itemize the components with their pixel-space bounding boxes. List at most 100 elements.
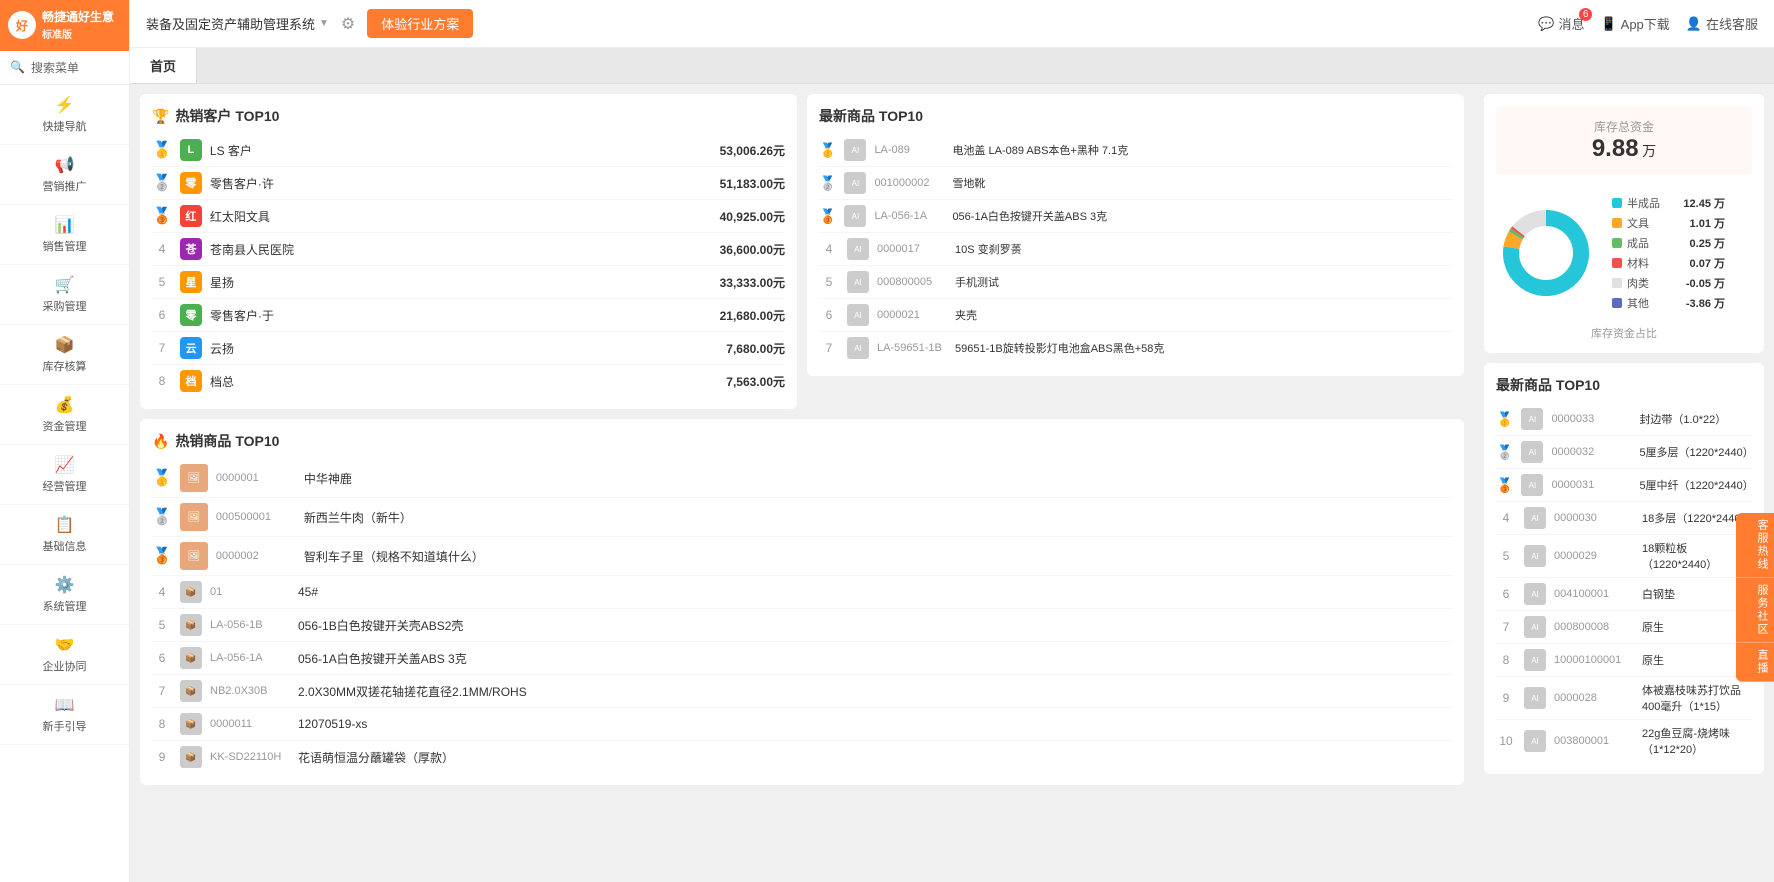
legend-dot — [1612, 198, 1622, 208]
sidebar-item-marketing[interactable]: 📢 营销推广 — [0, 145, 129, 205]
rank-icon: 🥉 — [152, 546, 172, 566]
inventory-total: 库存总资金 9.88 万 — [1496, 106, 1752, 175]
sidebar-item-sales[interactable]: 📊 销售管理 — [0, 205, 129, 265]
rank-icon: 🥇 — [152, 468, 172, 488]
product-code: 0000021 — [877, 309, 947, 321]
product-code: 0000033 — [1551, 413, 1631, 425]
rank-num: 7 — [819, 341, 839, 355]
product-code: LA-056-1A — [874, 210, 944, 222]
customer-value: 53,006.26元 — [720, 142, 785, 159]
header-right: 💬 消息 6 📱 App下载 👤 在线客服 — [1538, 14, 1758, 33]
sidebar-item-system[interactable]: ⚙️ 系统管理 — [0, 565, 129, 625]
legend-item: 文具 1.01 万 — [1612, 215, 1725, 231]
new-product-right-item: 9 AI 0000028 体被嘉枝味苏打饮品400毫升（1*15） — [1496, 677, 1752, 720]
rank-icon: 🥈 — [152, 173, 172, 193]
product-name: 封边带（1.0*22） — [1639, 411, 1752, 427]
tab-home[interactable]: 首页 — [130, 48, 197, 83]
legend-value: 12.45 万 — [1665, 195, 1725, 211]
product-code: 001000002 — [874, 177, 944, 189]
rank-num: 6 — [819, 308, 839, 322]
content-area: 🏆 热销客户 TOP10 🥇 L LS 客户 53,006.26元 🥈 零 零售… — [130, 84, 1774, 882]
rank-icon: 🥇 — [1496, 411, 1513, 428]
new-products-left-title: 最新商品 TOP10 — [819, 106, 1452, 126]
new-product-right-item: 10 AI 003800001 22g鱼豆腐-烧烤味（1*12*20） — [1496, 720, 1752, 762]
sidebar-logo: 好 畅捷通好生意 标准版 — [0, 0, 129, 51]
product-name: 056-1A白色按键开关盖ABS 3克 — [298, 650, 1452, 667]
product-name: 5厘多层（1220*2440） — [1639, 444, 1752, 460]
collab-label: 企业协同 — [43, 658, 87, 674]
rank-num: 6 — [152, 308, 172, 322]
top-section: 🏆 热销客户 TOP10 🥇 L LS 客户 53,006.26元 🥈 零 零售… — [140, 94, 1464, 419]
product-icon: AI — [847, 238, 869, 260]
rank-icon: 🥉 — [819, 208, 836, 225]
online-service-button[interactable]: 👤 在线客服 — [1686, 14, 1758, 33]
new-product-right-item: 6 AI 004100001 白钢垫 — [1496, 578, 1752, 611]
message-button[interactable]: 💬 消息 6 — [1538, 14, 1584, 33]
customer-list-item: 7 云 云扬 7,680.00元 — [152, 332, 785, 365]
legend-value: 0.25 万 — [1665, 235, 1725, 251]
sidebar-item-inventory[interactable]: 📦 库存核算 — [0, 325, 129, 385]
donut-chart — [1496, 203, 1596, 303]
sidebar-item-quicknav[interactable]: ⚡ 快捷导航 — [0, 85, 129, 145]
customer-value: 33,333.00元 — [720, 274, 785, 291]
customer-value: 40,925.00元 — [720, 208, 785, 225]
customer-value: 7,680.00元 — [726, 340, 785, 357]
legend-name: 肉类 — [1627, 275, 1660, 291]
product-code: 0000017 — [877, 243, 947, 255]
product-name: 59651-1B旋转投影灯电池盒ABS黑色+58克 — [955, 340, 1452, 356]
rank-num: 7 — [1496, 620, 1516, 634]
sidebar-item-operations[interactable]: 📈 经营管理 — [0, 445, 129, 505]
rank-icon: 🥉 — [152, 206, 172, 226]
customer-avatar: 零 — [180, 172, 202, 194]
sidebar-search[interactable]: 🔍 搜索菜单 — [0, 51, 129, 85]
float-action-button[interactable]: 服务社区 — [1736, 578, 1774, 643]
product-code: 0000011 — [210, 718, 290, 730]
sidebar-item-guide[interactable]: 📖 新手引导 — [0, 685, 129, 745]
sidebar-item-purchase[interactable]: 🛒 采购管理 — [0, 265, 129, 325]
product-name: 22g鱼豆腐-烧烤味（1*12*20） — [1642, 725, 1752, 757]
product-code: 0000001 — [216, 472, 296, 484]
sidebar-item-collab[interactable]: 🤝 企业协同 — [0, 625, 129, 685]
new-product-right-item: 🥈 AI 0000032 5厘多层（1220*2440） — [1496, 436, 1752, 469]
sales-icon: 📊 — [55, 215, 75, 235]
product-code: 0000002 — [216, 550, 296, 562]
sys-name: 装备及固定资产辅助管理系统 ▼ — [146, 14, 329, 33]
basics-icon: 📋 — [55, 515, 75, 535]
sys-name-dropdown-icon[interactable]: ▼ — [319, 18, 329, 29]
legend-name: 文具 — [1627, 215, 1660, 231]
float-action-button[interactable]: 客服热线 — [1736, 513, 1774, 578]
customer-avatar: 红 — [180, 205, 202, 227]
sidebar-item-basics[interactable]: 📋 基础信息 — [0, 505, 129, 565]
basics-label: 基础信息 — [43, 538, 87, 554]
product-name: 体被嘉枝味苏打饮品400毫升（1*15） — [1642, 682, 1752, 714]
rank-num: 10 — [1496, 734, 1516, 748]
rank-num: 8 — [152, 717, 172, 731]
float-action-button[interactable]: 直播 — [1736, 643, 1774, 682]
trial-button[interactable]: 体验行业方案 — [367, 9, 473, 38]
sidebar-nav: ⚡ 快捷导航 📢 营销推广 📊 销售管理 🛒 采购管理 📦 库存核算 💰 资金管… — [0, 85, 129, 882]
product-icon: 📦 — [180, 713, 202, 735]
rank-num: 7 — [152, 684, 172, 698]
product-code: 003800001 — [1554, 735, 1634, 747]
product-image: 🖼 — [180, 464, 208, 492]
quicknav-label: 快捷导航 — [43, 118, 87, 134]
customer-list-item: 8 档 档总 7,563.00元 — [152, 365, 785, 397]
trophy-icon: 🏆 — [152, 108, 169, 125]
product-icon: 📦 — [180, 581, 202, 603]
app-download-button[interactable]: 📱 App下载 — [1600, 14, 1669, 33]
rank-num: 6 — [1496, 587, 1516, 601]
hot-product-item: 9 📦 KK-SD22110H 花语萌恒温分蘸罐袋（厚款） — [152, 741, 1452, 773]
product-code: LA-59651-1B — [877, 342, 947, 354]
logo-icon: 好 — [8, 11, 36, 39]
sidebar-item-finance[interactable]: 💰 资金管理 — [0, 385, 129, 445]
new-product-left-item: 🥈 AI 001000002 雪地靴 — [819, 167, 1452, 200]
gear-icon[interactable]: ⚙ — [341, 14, 355, 34]
product-code: 0000028 — [1554, 692, 1634, 704]
product-icon: AI — [1524, 507, 1546, 529]
rank-icon: 🥈 — [1496, 444, 1513, 461]
collab-icon: 🤝 — [55, 635, 75, 655]
header: 装备及固定资产辅助管理系统 ▼ ⚙ 体验行业方案 💬 消息 6 📱 App下载 … — [130, 0, 1774, 48]
product-icon: AI — [844, 205, 866, 227]
product-icon: 📦 — [180, 680, 202, 702]
legend-dot — [1612, 218, 1622, 228]
